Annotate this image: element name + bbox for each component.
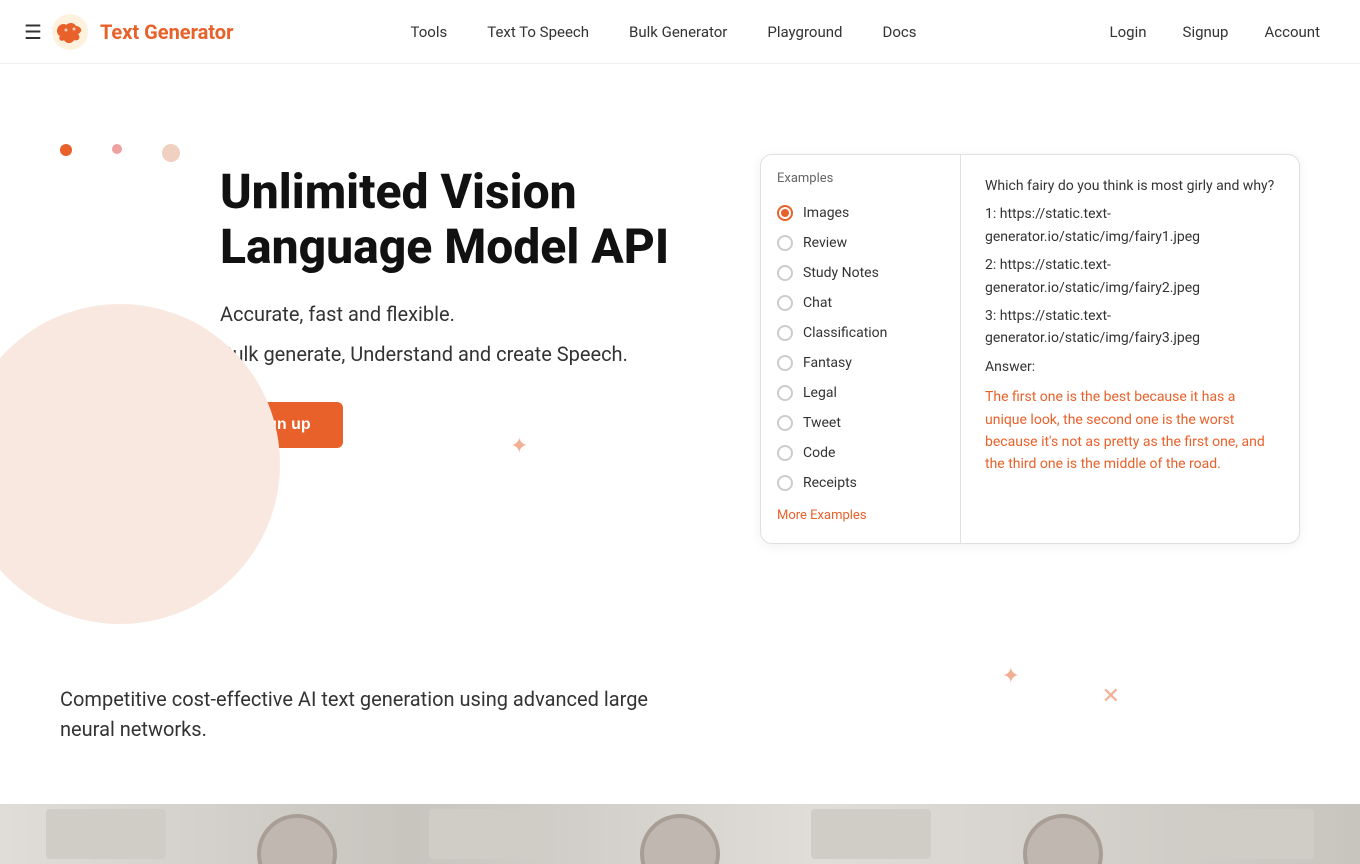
example-question: Which fairy do you think is most girly a… [985,175,1275,197]
nav-login[interactable]: Login [1094,15,1163,49]
example-line-2: 2: https://static.text-generator.io/stat… [985,254,1275,299]
hero-left: Unlimited Vision Language Model API Accu… [220,144,720,448]
hero-subtitle: Accurate, fast and flexible. [220,302,720,326]
example-answer-label: Answer: [985,356,1275,378]
footer-rect-3 [811,809,931,859]
nav-links: Tools Text To Speech Bulk Generator Play… [394,15,932,49]
example-item-fantasy[interactable]: Fantasy [761,348,960,378]
footer-circle-2 [640,814,720,864]
nav-playground[interactable]: Playground [751,15,858,49]
deco-star-1: ✦ [510,434,528,459]
nav-account[interactable]: Account [1248,15,1336,49]
navbar: ☰ Text Generator Tools Text To Speech Bu… [0,0,1360,64]
example-line-1: 1: https://static.text-generator.io/stat… [985,203,1275,248]
brain-logo-icon [50,12,90,52]
footer-strip [0,804,1360,864]
nav-bulk-generator[interactable]: Bulk Generator [613,15,743,49]
footer-rect-1 [46,809,166,859]
deco-dot-3 [162,144,180,162]
example-line-3: 3: https://static.text-generator.io/stat… [985,305,1275,350]
example-item-images[interactable]: Images [761,198,960,228]
radio-review[interactable] [777,235,793,251]
example-item-receipts[interactable]: Receipts [761,468,960,498]
footer-circle-3 [1023,814,1103,864]
example-item-classification[interactable]: Classification [761,318,960,348]
examples-label: Examples [761,171,960,198]
brand-name: Text Generator [100,20,233,44]
radio-images[interactable] [777,205,793,221]
radio-fantasy[interactable] [777,355,793,371]
radio-legal[interactable] [777,385,793,401]
footer-circle-1 [257,814,337,864]
example-item-code[interactable]: Code [761,438,960,468]
hero-section: ✦ ✦ ✕ Unlimited Vision Language Model AP… [0,64,1360,664]
bottom-section: Competitive cost-effective AI text gener… [0,664,1360,784]
radio-tweet[interactable] [777,415,793,431]
nav-docs[interactable]: Docs [866,15,932,49]
nav-right: Login Signup Account [1094,15,1336,49]
footer-strip-inner [0,804,1360,864]
radio-receipts[interactable] [777,475,793,491]
examples-content: Which fairy do you think is most girly a… [961,155,1299,543]
nav-text-to-speech[interactable]: Text To Speech [471,15,605,49]
radio-code[interactable] [777,445,793,461]
example-item-study-notes[interactable]: Study Notes [761,258,960,288]
deco-dot-2 [112,144,122,154]
example-item-tweet[interactable]: Tweet [761,408,960,438]
footer-rect-2 [429,809,549,859]
menu-icon[interactable]: ☰ [24,20,42,44]
radio-chat[interactable] [777,295,793,311]
example-item-chat[interactable]: Chat [761,288,960,318]
deco-dot-1 [60,144,72,156]
nav-tools[interactable]: Tools [394,15,463,49]
radio-study-notes[interactable] [777,265,793,281]
more-examples-link[interactable]: More Examples [761,498,960,527]
bottom-tagline: Competitive cost-effective AI text gener… [60,684,660,744]
brand-logo-link[interactable]: Text Generator [50,12,233,52]
footer-rect-4 [1194,809,1314,859]
example-item-review[interactable]: Review [761,228,960,258]
radio-classification[interactable] [777,325,793,341]
hero-subtitle2: Bulk generate, Understand and create Spe… [220,342,720,366]
hero-title: Unlimited Vision Language Model API [220,164,720,274]
example-answer-text: The first one is the best because it has… [985,386,1275,476]
nav-signup[interactable]: Signup [1167,15,1245,49]
examples-sidebar: Examples Images Review Study Notes Chat … [761,155,961,543]
example-item-legal[interactable]: Legal [761,378,960,408]
example-card: Examples Images Review Study Notes Chat … [760,154,1300,544]
